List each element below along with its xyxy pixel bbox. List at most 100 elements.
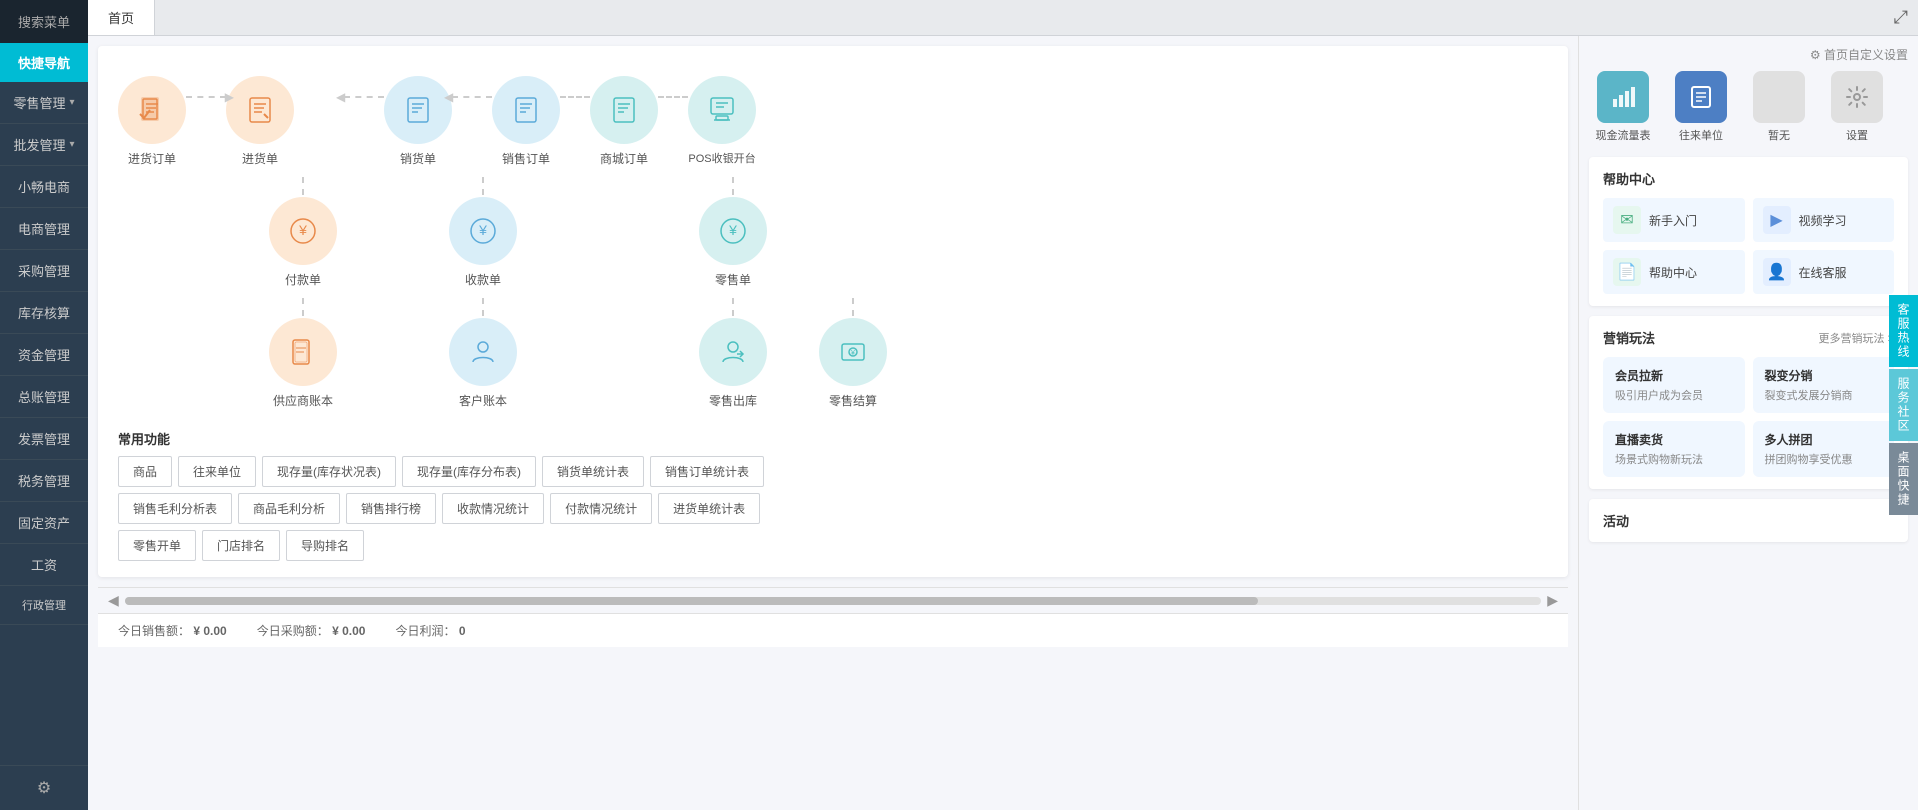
expand-icon[interactable]: ⤢ [1894,7,1918,28]
btn-guide-rank[interactable]: 导购排名 [286,530,364,561]
flow-node-pos[interactable]: POS收银开台 [688,76,756,166]
tab-home-label: 首页 [108,8,134,27]
btn-payment-stat[interactable]: 付款情况统计 [550,493,652,524]
float-btn-community[interactable]: 服务社区 [1889,369,1918,441]
sidebar-item-retail[interactable]: 零售管理 ▾ [0,82,88,124]
flow-label: 进货订单 [128,150,176,167]
help-item-beginner[interactable]: ✉ 新手入门 [1603,198,1745,242]
supplier-account-icon[interactable] [269,318,337,386]
btn-stock2[interactable]: 现存量(库存分布表) [402,456,536,487]
sidebar-item-invoice[interactable]: 发票管理 [0,418,88,460]
btn-receipt-stat[interactable]: 收款情况统计 [442,493,544,524]
flow-label: 销货单 [400,150,436,167]
retail-outbound-icon[interactable] [699,318,767,386]
sidebar-item-ledger[interactable]: 总账管理 [0,376,88,418]
sidebar-item-admin[interactable]: 行政管理 [0,586,88,625]
flow-node-sale-order[interactable]: 销售订单 [492,76,560,167]
float-btn-desktop[interactable]: 桌面快捷 [1889,443,1918,515]
payment-icon[interactable]: ¥ [269,197,337,265]
marketing-header: 营销玩法 更多营销玩法 > [1603,328,1894,347]
stat-sales-value: ¥ 0.00 [193,624,226,638]
sidebar-item-tax[interactable]: 税务管理 [0,460,88,502]
flow-label: 销售订单 [502,150,550,167]
float-btn-service[interactable]: 客服热线 [1889,295,1918,367]
btn-retail-order[interactable]: 零售开单 [118,530,196,561]
marketing-title: 营销玩法 [1603,328,1655,347]
btn-purchase-stat[interactable]: 进货单统计表 [658,493,760,524]
btn-sale-order-stat[interactable]: 销售订单统计表 [650,456,764,487]
svg-text:¥: ¥ [851,350,855,357]
scroll-right-btn[interactable]: ▶ [1547,592,1558,609]
marketing-item-group[interactable]: 多人拼团 拼团购物享受优惠 [1753,421,1895,477]
btn-sale-rank[interactable]: 销售排行榜 [346,493,436,524]
marketing-item-title: 裂变分销 [1765,367,1883,384]
flow-node-purchase[interactable]: 进货单 [226,76,294,167]
marketing-more-btn[interactable]: 更多营销玩法 > [1819,330,1894,346]
flow-label: POS收银开台 [688,150,755,166]
marketing-item-desc: 吸引用户成为会员 [1615,387,1733,403]
btn-sale-profit[interactable]: 销售毛利分析表 [118,493,232,524]
scroll-left-btn[interactable]: ◀ [108,592,119,609]
help-item-help[interactable]: 📄 帮助中心 [1603,250,1745,294]
sidebar-item-finance[interactable]: 资金管理 [0,334,88,376]
receipt-icon[interactable]: ¥ [449,197,517,265]
customer-account-icon[interactable] [449,318,517,386]
person-icon: 👤 [1763,258,1791,286]
help-card: 帮助中心 ✉ 新手入门 ▶ 视频学习 📄 帮助中心 👤 [1589,157,1908,306]
sidebar-item-wholesale[interactable]: 批发管理 ▾ [0,124,88,166]
marketing-item-desc: 拼团购物享受优惠 [1765,451,1883,467]
activity-card: 活动 [1589,499,1908,542]
help-item-label: 视频学习 [1799,212,1847,229]
quick-icon-label: 设置 [1846,127,1868,143]
sidebar-item-purchase[interactable]: 采购管理 [0,250,88,292]
quick-icon-settings[interactable]: 设置 [1823,71,1891,143]
retail-order-icon[interactable]: ¥ [699,197,767,265]
quick-icon-contacts[interactable]: 往来单位 [1667,71,1735,143]
flow-node-purchase-order[interactable]: 进货订单 [118,76,186,167]
help-item-label: 在线客服 [1799,264,1847,281]
flow-node-sales[interactable]: 销货单 [384,76,452,167]
quick-icon-label: 暂无 [1768,127,1790,143]
home-customize-btn[interactable]: ⚙ 首页自定义设置 [1589,46,1908,63]
quick-icons: 现金流量表 往来单位 暂无 [1589,71,1908,143]
tab-home[interactable]: 首页 [88,0,155,35]
flow-diagram: 进货订单 ▶ [118,66,1548,419]
sidebar-item-ecommerce-mgmt[interactable]: 电商管理 [0,208,88,250]
mall-order-icon [590,76,658,144]
sales-icon [384,76,452,144]
btn-store-rank[interactable]: 门店排名 [202,530,280,561]
quick-icon-cashflow[interactable]: 现金流量表 [1589,71,1657,143]
marketing-grid: 会员拉新 吸引用户成为会员 裂变分销 裂变式发展分销商 直播卖货 场景式购物新玩… [1603,357,1894,477]
marketing-item-desc: 裂变式发展分销商 [1765,387,1883,403]
quick-icon-empty: 暂无 [1745,71,1813,143]
retail-settlement-icon[interactable]: ¥ [819,318,887,386]
scroll-thumb[interactable] [125,597,1258,605]
marketing-item-fission[interactable]: 裂变分销 裂变式发展分销商 [1753,357,1895,413]
sidebar-search[interactable]: 搜索菜单 [0,0,88,43]
flow-node-mall-order[interactable]: 商城订单 [590,76,658,167]
sidebar-item-payroll[interactable]: 工资 [0,544,88,586]
chevron-icon: ▾ [69,97,74,108]
sidebar-item-inventory[interactable]: 库存核算 [0,292,88,334]
sidebar-item-assets[interactable]: 固定资产 [0,502,88,544]
flow-label: 收款单 [465,271,501,288]
btn-sale-stat[interactable]: 销货单统计表 [542,456,644,487]
marketing-item-live[interactable]: 直播卖货 场景式购物新玩法 [1603,421,1745,477]
settings-icon [1831,71,1883,123]
sidebar-quicknav[interactable]: 快捷导航 [0,43,88,82]
settings-icon[interactable]: ⚙ [0,765,88,810]
sidebar-item-ecommerce[interactable]: 小畅电商 [0,166,88,208]
btn-stock1[interactable]: 现存量(库存状况表) [262,456,396,487]
btn-goods-profit[interactable]: 商品毛利分析 [238,493,340,524]
marketing-item-member[interactable]: 会员拉新 吸引用户成为会员 [1603,357,1745,413]
scroll-track[interactable] [125,597,1541,605]
sale-order-icon [492,76,560,144]
help-item-online[interactable]: 👤 在线客服 [1753,250,1895,294]
activity-title: 活动 [1603,511,1894,530]
stats-bar: 今日销售额： ¥ 0.00 今日采购额： ¥ 0.00 今日利润： 0 [98,613,1568,647]
flow-label: 客户账本 [459,392,507,409]
common-buttons-row1: 商品 往来单位 现存量(库存状况表) 现存量(库存分布表) 销货单统计表 销售订… [118,456,1548,487]
btn-goods[interactable]: 商品 [118,456,172,487]
help-item-video[interactable]: ▶ 视频学习 [1753,198,1895,242]
btn-contacts[interactable]: 往来单位 [178,456,256,487]
